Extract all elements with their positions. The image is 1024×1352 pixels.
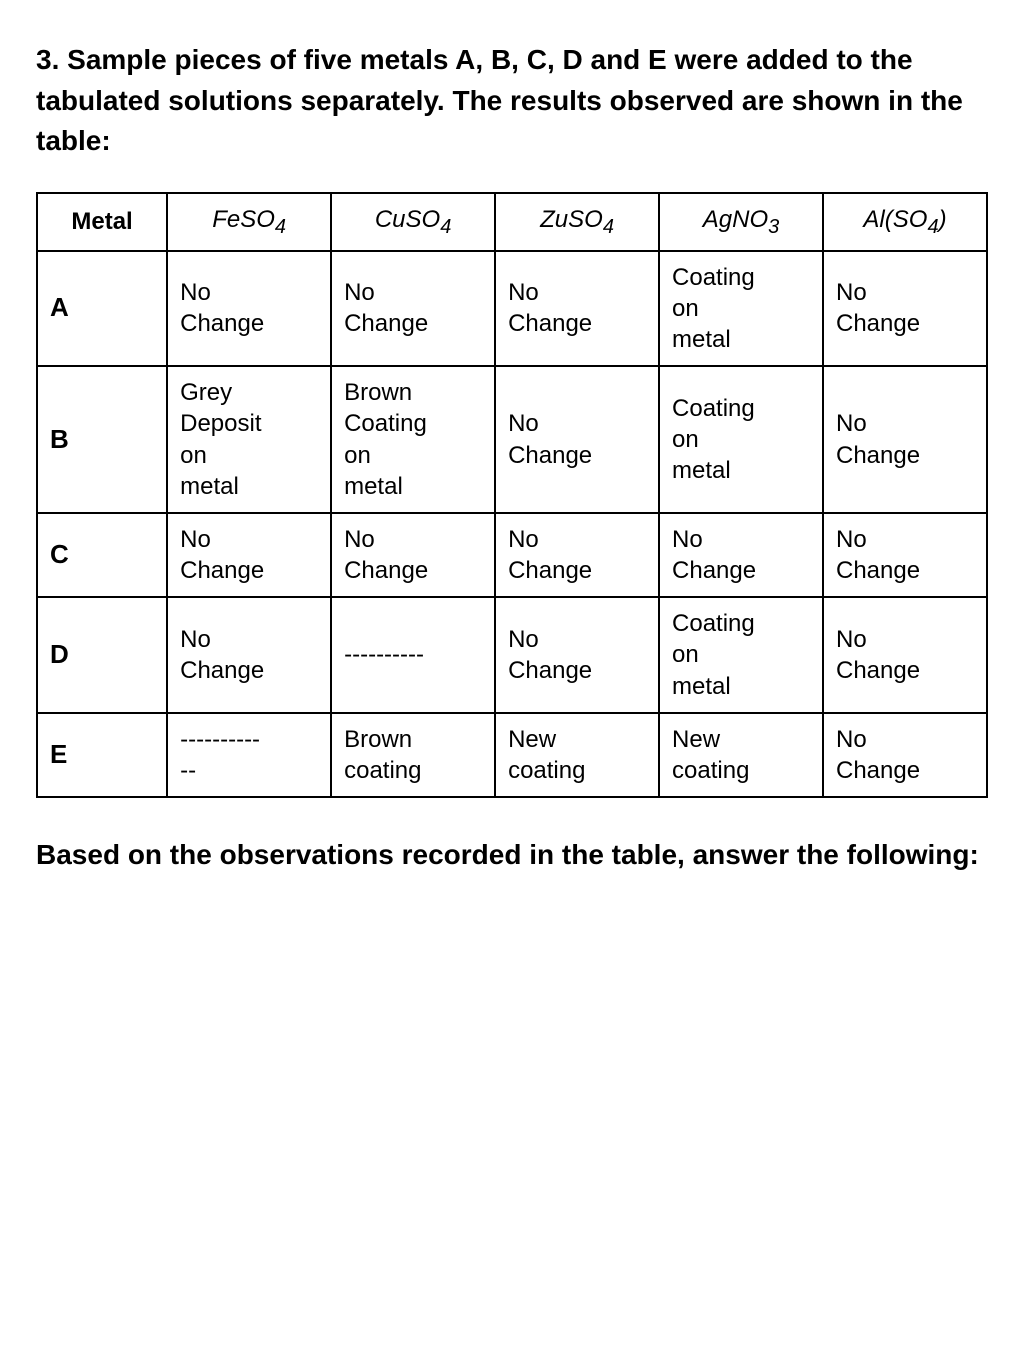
- results-table: Metal FeSO4 CuSO4 ZuSO4 AgNO3 Al(SO4) A …: [36, 192, 988, 798]
- metal-c: C: [37, 513, 167, 597]
- header-zuso4: ZuSO4: [495, 193, 659, 251]
- table-header-row: Metal FeSO4 CuSO4 ZuSO4 AgNO3 Al(SO4): [37, 193, 987, 251]
- b-also4: NoChange: [823, 366, 987, 513]
- header-also4: Al(SO4): [823, 193, 987, 251]
- metal-a: A: [37, 251, 167, 367]
- e-also4: NoChange: [823, 713, 987, 797]
- metal-e: E: [37, 713, 167, 797]
- e-zuso4: Newcoating: [495, 713, 659, 797]
- c-agno3: NoChange: [659, 513, 823, 597]
- d-cuso4: ----------: [331, 597, 495, 713]
- header-agno3: AgNO3: [659, 193, 823, 251]
- conclusion-text: Based on the observations recorded in th…: [36, 834, 988, 876]
- c-cuso4: NoChange: [331, 513, 495, 597]
- header-cuso4: CuSO4: [331, 193, 495, 251]
- c-feso4: NoChange: [167, 513, 331, 597]
- d-also4: NoChange: [823, 597, 987, 713]
- d-feso4: NoChange: [167, 597, 331, 713]
- table-row: C NoChange NoChange NoChange NoChange No…: [37, 513, 987, 597]
- table-row: D NoChange ---------- NoChange Coatingon…: [37, 597, 987, 713]
- table-row: B GreyDepositonmetal BrownCoatingonmetal…: [37, 366, 987, 513]
- e-agno3: Newcoating: [659, 713, 823, 797]
- metal-d: D: [37, 597, 167, 713]
- e-cuso4: Browncoating: [331, 713, 495, 797]
- b-agno3: Coatingonmetal: [659, 366, 823, 513]
- table-row: E ------------ Browncoating Newcoating N…: [37, 713, 987, 797]
- b-cuso4: BrownCoatingonmetal: [331, 366, 495, 513]
- a-also4: NoChange: [823, 251, 987, 367]
- c-zuso4: NoChange: [495, 513, 659, 597]
- a-zuso4: NoChange: [495, 251, 659, 367]
- metal-b: B: [37, 366, 167, 513]
- a-agno3: Coatingonmetal: [659, 251, 823, 367]
- d-agno3: Coatingonmetal: [659, 597, 823, 713]
- header-metal: Metal: [37, 193, 167, 251]
- e-feso4: ------------: [167, 713, 331, 797]
- b-zuso4: NoChange: [495, 366, 659, 513]
- question-body: Sample pieces of five metals A, B, C, D …: [36, 44, 963, 156]
- a-feso4: NoChange: [167, 251, 331, 367]
- question-number: 3.: [36, 44, 59, 75]
- a-cuso4: NoChange: [331, 251, 495, 367]
- d-zuso4: NoChange: [495, 597, 659, 713]
- b-feso4: GreyDepositonmetal: [167, 366, 331, 513]
- c-also4: NoChange: [823, 513, 987, 597]
- header-feso4: FeSO4: [167, 193, 331, 251]
- question-text: 3. Sample pieces of five metals A, B, C,…: [36, 40, 988, 162]
- question-container: 3. Sample pieces of five metals A, B, C,…: [36, 40, 988, 876]
- table-row: A NoChange NoChange NoChange Coatingonme…: [37, 251, 987, 367]
